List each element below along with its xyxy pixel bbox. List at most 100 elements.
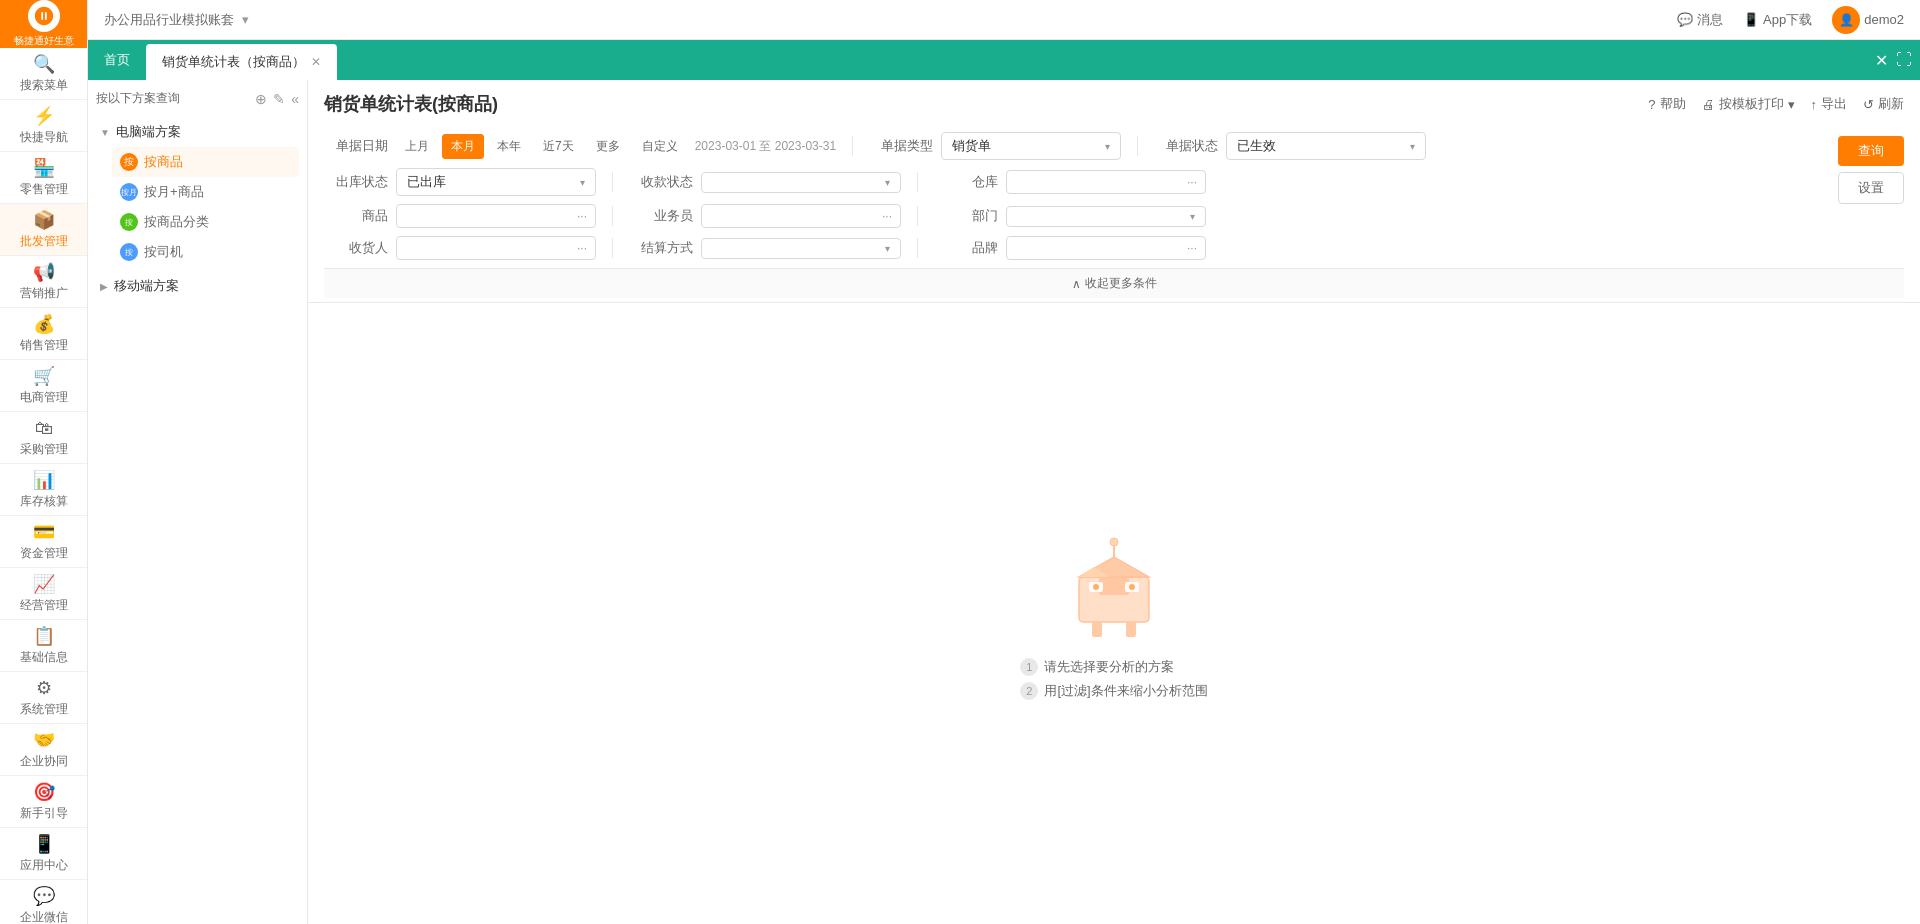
filter-row-2: 出库状态 已出库 ▾ 收款状态 ▾ bbox=[324, 168, 1826, 196]
collapse-panel-icon[interactable]: « bbox=[291, 91, 299, 107]
newbie-icon: 🎯 bbox=[33, 781, 55, 803]
top-header: 办公用品行业模拟账套 ▾ 💬 消息 📱 App下载 👤 demo2 bbox=[88, 0, 1920, 40]
tab-home[interactable]: 首页 bbox=[88, 40, 146, 80]
sidebar-item-search[interactable]: 🔍 搜索菜单 bbox=[0, 48, 87, 100]
scheme-item-by-cashier[interactable]: 按 按司机 bbox=[112, 237, 299, 267]
brand-dots[interactable]: ··· bbox=[1187, 241, 1197, 255]
scheme-group-header-mobile[interactable]: ▶ 移动端方案 bbox=[96, 271, 299, 301]
refresh-btn[interactable]: ↺ 刷新 bbox=[1863, 95, 1904, 113]
tab-bar-expand-icon[interactable]: ⛶ bbox=[1896, 51, 1912, 69]
product-dots[interactable]: ··· bbox=[577, 209, 587, 223]
tab-bar-close-icon[interactable]: ✕ bbox=[1875, 51, 1888, 70]
salesman-dots[interactable]: ··· bbox=[882, 209, 892, 223]
salesman-label: 业务员 bbox=[629, 207, 693, 225]
add-scheme-icon[interactable]: ⊕ bbox=[255, 91, 267, 107]
scheme-icon-by-product: 按 bbox=[120, 153, 138, 171]
brand-label: 品牌 bbox=[934, 239, 998, 257]
sidebar-item-quick-nav[interactable]: ⚡ 快捷导航 bbox=[0, 100, 87, 152]
sidebar-item-weixin[interactable]: 💬 企业微信 bbox=[0, 880, 87, 924]
settings-button[interactable]: 设置 bbox=[1838, 172, 1904, 204]
date-btn-7days[interactable]: 近7天 bbox=[534, 134, 583, 159]
sidebar: 畅捷通好生意 🔍 搜索菜单 ⚡ 快捷导航 🏪 零售管理 📦 批发管理 📢 营销推… bbox=[0, 0, 88, 924]
scheme-item-by-month-product[interactable]: 按月 按月+商品 bbox=[112, 177, 299, 207]
help-label: 帮助 bbox=[1660, 95, 1686, 113]
sidebar-label-operations: 经营管理 bbox=[20, 597, 68, 614]
empty-tip-1: 1 请先选择要分析的方案 bbox=[1020, 658, 1207, 676]
warehouse-input[interactable]: ··· bbox=[1006, 170, 1206, 194]
svg-rect-3 bbox=[1099, 577, 1129, 595]
sidebar-item-operations[interactable]: 📈 经营管理 bbox=[0, 568, 87, 620]
date-btn-this-month[interactable]: 本月 bbox=[442, 134, 484, 159]
scheme-label-by-month-product: 按月+商品 bbox=[144, 183, 204, 201]
refresh-label: 刷新 bbox=[1878, 95, 1904, 113]
user-menu[interactable]: 👤 demo2 bbox=[1832, 6, 1904, 34]
help-icon: ? bbox=[1648, 97, 1655, 112]
tab-sales-stat[interactable]: 销货单统计表（按商品） ✕ bbox=[146, 44, 337, 80]
sidebar-item-purchase[interactable]: 🛍 采购管理 bbox=[0, 412, 87, 464]
receiver-input[interactable]: ··· bbox=[396, 236, 596, 260]
brand-input[interactable]: ··· bbox=[1006, 236, 1206, 260]
print-icon: 🖨 bbox=[1702, 97, 1715, 112]
settlement-dropdown[interactable]: ▾ bbox=[701, 238, 901, 259]
date-btn-prev-month[interactable]: 上月 bbox=[396, 134, 438, 159]
industry-dropdown-icon[interactable]: ▾ bbox=[242, 12, 249, 27]
date-btn-more[interactable]: 更多 bbox=[587, 134, 629, 159]
product-input[interactable]: ··· bbox=[396, 204, 596, 228]
date-btn-custom[interactable]: 自定义 bbox=[633, 134, 687, 159]
sidebar-item-newbie[interactable]: 🎯 新手引导 bbox=[0, 776, 87, 828]
sidebar-item-basic[interactable]: 📋 基础信息 bbox=[0, 620, 87, 672]
sidebar-item-enterprise[interactable]: 🤝 企业协同 bbox=[0, 724, 87, 776]
export-btn[interactable]: ↑ 导出 bbox=[1811, 95, 1848, 113]
sidebar-item-inventory[interactable]: 📊 库存核算 bbox=[0, 464, 87, 516]
scheme-icon-by-month-product: 按月 bbox=[120, 183, 138, 201]
sidebar-label-basic: 基础信息 bbox=[20, 649, 68, 666]
sidebar-label-search: 搜索菜单 bbox=[20, 77, 68, 94]
sidebar-item-wholesale[interactable]: 📦 批发管理 bbox=[0, 204, 87, 256]
sidebar-item-apps[interactable]: 📱 应用中心 bbox=[0, 828, 87, 880]
sidebar-item-sales[interactable]: 💰 销售管理 bbox=[0, 308, 87, 360]
scheme-group-header-pc[interactable]: ▼ 电脑端方案 bbox=[96, 117, 299, 147]
edit-scheme-icon[interactable]: ✎ bbox=[273, 91, 285, 107]
tab-close-icon[interactable]: ✕ bbox=[311, 55, 321, 69]
scheme-icon-by-category: 按 bbox=[120, 213, 138, 231]
message-btn[interactable]: 💬 消息 bbox=[1677, 11, 1723, 29]
query-button[interactable]: 查询 bbox=[1838, 136, 1904, 166]
warehouse-dots[interactable]: ··· bbox=[1187, 175, 1197, 189]
tip-num-2: 2 bbox=[1020, 682, 1038, 700]
basic-icon: 📋 bbox=[33, 625, 55, 647]
sidebar-label-newbie: 新手引导 bbox=[20, 805, 68, 822]
enterprise-icon: 🤝 bbox=[33, 729, 55, 751]
scheme-label-by-product: 按商品 bbox=[144, 153, 183, 171]
ecommerce-icon: 🛒 bbox=[33, 365, 55, 387]
receiver-label: 收货人 bbox=[324, 239, 388, 257]
sidebar-item-ecommerce[interactable]: 🛒 电商管理 bbox=[0, 360, 87, 412]
doc-type-dropdown[interactable]: 销货单 ▾ bbox=[941, 132, 1121, 160]
scheme-item-by-product[interactable]: 按 按商品 bbox=[112, 147, 299, 177]
sidebar-item-retail[interactable]: 🏪 零售管理 bbox=[0, 152, 87, 204]
collapse-arrow: ∧ bbox=[1072, 277, 1081, 291]
sidebar-item-marketing[interactable]: 📢 营销推广 bbox=[0, 256, 87, 308]
finance-icon: 💳 bbox=[33, 521, 55, 543]
sidebar-label-quick-nav: 快捷导航 bbox=[20, 129, 68, 146]
collapse-row[interactable]: ∧ 收起更多条件 bbox=[324, 268, 1904, 298]
sidebar-item-finance[interactable]: 💳 资金管理 bbox=[0, 516, 87, 568]
pay-status-dropdown[interactable]: ▾ bbox=[701, 172, 901, 193]
apps-icon: 📱 bbox=[33, 833, 55, 855]
out-status-dropdown[interactable]: 已出库 ▾ bbox=[396, 168, 596, 196]
salesman-input[interactable]: ··· bbox=[701, 204, 901, 228]
print-btn[interactable]: 🖨 按模板打印 ▾ bbox=[1702, 95, 1795, 113]
receiver-dots[interactable]: ··· bbox=[577, 241, 587, 255]
dept-dropdown[interactable]: ▾ bbox=[1006, 206, 1206, 227]
sidebar-label-system: 系统管理 bbox=[20, 701, 68, 718]
filter-area: 单据日期 上月 本月 本年 近7天 更多 自定义 2023-03-01 至 20… bbox=[308, 124, 1920, 303]
header-right: 💬 消息 📱 App下载 👤 demo2 bbox=[1677, 6, 1904, 34]
group-label-pc: 电脑端方案 bbox=[116, 123, 181, 141]
app-download-btn[interactable]: 📱 App下载 bbox=[1743, 11, 1812, 29]
empty-tip-2: 2 用[过滤]条件来缩小分析范围 bbox=[1020, 682, 1207, 700]
sidebar-item-system[interactable]: ⚙ 系统管理 bbox=[0, 672, 87, 724]
doc-status-dropdown[interactable]: 已生效 ▾ bbox=[1226, 132, 1426, 160]
help-btn[interactable]: ? 帮助 bbox=[1648, 95, 1685, 113]
tab-home-label: 首页 bbox=[104, 51, 130, 69]
date-btn-this-year[interactable]: 本年 bbox=[488, 134, 530, 159]
scheme-item-by-category[interactable]: 按 按商品分类 bbox=[112, 207, 299, 237]
